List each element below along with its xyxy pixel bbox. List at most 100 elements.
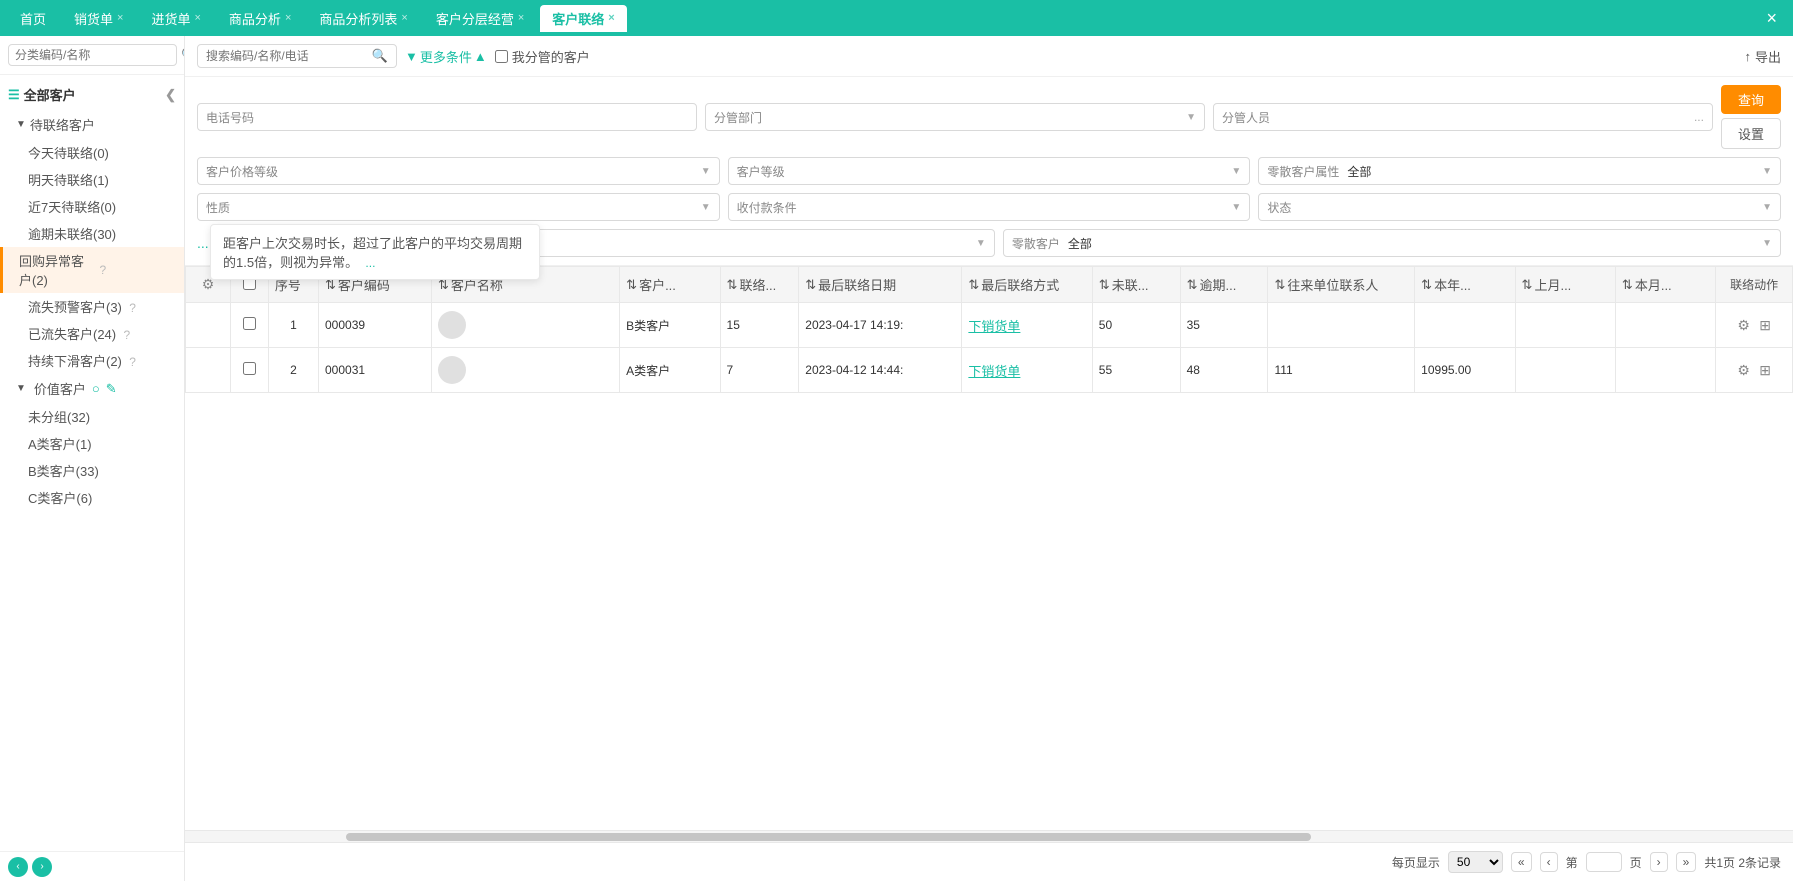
dept-field[interactable]: 分管部门 ▼ [705, 103, 1205, 131]
col-lastmethod-header[interactable]: ⇅ 最后联络方式 [962, 267, 1092, 303]
my-customer-checkbox[interactable] [495, 50, 508, 63]
search-icon[interactable]: 🔍 [372, 48, 388, 64]
row1-action-icon2[interactable]: ⊞ [1759, 317, 1771, 333]
sidebar-item-ungroup[interactable]: 未分组(32) [0, 403, 184, 430]
sidebar-item-class-c[interactable]: C类客户(6) [0, 484, 184, 511]
help-icon-4[interactable]: ? [129, 355, 136, 369]
payment-field[interactable]: 收付款条件 ▼ [728, 193, 1251, 221]
page-size-select[interactable]: 50 20 100 [1448, 851, 1503, 873]
customer-level-field[interactable]: 客户等级 ▼ [728, 157, 1251, 185]
col-year-header[interactable]: ⇅ 本年... [1415, 267, 1515, 303]
filter-dots-btn[interactable]: ... [197, 235, 209, 251]
row2-contact-count: 7 [720, 348, 799, 393]
col-type-header[interactable]: ⇅ 客户... [620, 267, 720, 303]
fold-sidebar-btn[interactable]: ❮ [165, 87, 176, 103]
close-customer-contact-tab[interactable]: × [608, 12, 614, 24]
row1-checkbox[interactable] [243, 317, 256, 330]
col-contact-header[interactable]: ⇅ 联络... [720, 267, 799, 303]
row2-action[interactable]: ⚙ ⊞ [1716, 348, 1793, 393]
zero-customer-down-icon: ▼ [1762, 238, 1772, 249]
pending-section-header[interactable]: ▼ 待联络客户 [0, 110, 184, 139]
person-field[interactable]: 分管人员 ... [1213, 103, 1713, 131]
status-field[interactable]: 状态 ▼ [1258, 193, 1781, 221]
nav-tab-customer-contact[interactable]: 客户联络 × [540, 5, 626, 32]
value-section-header[interactable]: ▼ 价值客户 ○ ✎ [0, 374, 184, 403]
query-button[interactable]: 查询 [1721, 85, 1781, 114]
sidebar-item-class-a[interactable]: A类客户(1) [0, 430, 184, 457]
row2-last-date: 2023-04-12 14:44: [799, 348, 962, 393]
page-number-input[interactable]: 1 [1586, 852, 1622, 872]
horizontal-scrollbar[interactable] [185, 830, 1793, 842]
col-lastdate-header[interactable]: ⇅ 最后联络日期 [799, 267, 962, 303]
sidebar-item-tomorrow[interactable]: 明天待联络(1) [0, 166, 184, 193]
nav-tab-customer-tier[interactable]: 客户分层经营 × [424, 5, 536, 32]
row2-action-icon1[interactable]: ⚙ [1737, 362, 1750, 378]
scrollbar-thumb[interactable] [346, 833, 1311, 841]
sidebar-item-class-b[interactable]: B类客户(33) [0, 457, 184, 484]
nav-tab-purchase[interactable]: 进货单 × [139, 5, 212, 32]
gender-field[interactable]: 性质 ▼ [197, 193, 720, 221]
zero-retail-field[interactable]: 零散客户属性 全部 ▼ [1258, 157, 1781, 185]
nav-tab-product-list[interactable]: 商品分析列表 × [307, 5, 419, 32]
person-dots[interactable]: ... [1694, 110, 1704, 124]
value-edit-icon[interactable]: ○ [92, 381, 100, 396]
col-contact-person-header[interactable]: ⇅ 往来单位联系人 [1268, 267, 1415, 303]
col-thismonth-header[interactable]: ⇅ 本月... [1615, 267, 1715, 303]
close-sales-tab[interactable]: × [117, 12, 123, 24]
sidebar-item-today[interactable]: 今天待联络(0) [0, 139, 184, 166]
row1-last-method[interactable]: 下销货单 [962, 303, 1092, 348]
nav-tab-product-analysis[interactable]: 商品分析 × [217, 5, 303, 32]
next-page-btn[interactable]: › [1650, 852, 1668, 872]
row1-action[interactable]: ⚙ ⊞ [1716, 303, 1793, 348]
close-purchase-tab[interactable]: × [194, 12, 200, 24]
more-conditions-btn[interactable]: ▼ 更多条件 ▲ [405, 47, 487, 66]
row2-last-method[interactable]: 下销货单 [962, 348, 1092, 393]
price-level-field[interactable]: 客户价格等级 ▼ [197, 157, 720, 185]
row2-overdue: 48 [1180, 348, 1268, 393]
pagination-bar: 每页显示 50 20 100 « ‹ 第 1 页 › » 共1页 2条记录 [185, 842, 1793, 881]
col-uncontacted-header[interactable]: ⇅ 未联... [1092, 267, 1180, 303]
filter-bar: 🔍 ▼ 更多条件 ▲ 我分管的客户 ↑ 导出 [185, 36, 1793, 77]
my-customer-checkbox-area[interactable]: 我分管的客户 [495, 47, 590, 66]
sidebar-item-declining[interactable]: 持续下滑客户(2) ? [0, 347, 184, 374]
settings-button[interactable]: 设置 [1721, 118, 1781, 149]
prev-page-btn[interactable]: ‹ [1540, 852, 1558, 872]
customer-search-input[interactable] [206, 49, 368, 63]
nav-home[interactable]: 首页 [8, 5, 58, 32]
col-overdue-header[interactable]: ⇅ 逾期... [1180, 267, 1268, 303]
sidebar-item-overdue[interactable]: 逾期未联络(30) [0, 220, 184, 247]
sidebar-item-7days[interactable]: 近7天待联络(0) [0, 193, 184, 220]
status-down-icon: ▼ [1762, 202, 1772, 213]
close-product-analysis-tab[interactable]: × [285, 12, 291, 24]
close-customer-tier-tab[interactable]: × [518, 12, 524, 24]
row1-settings[interactable] [186, 303, 231, 348]
sidebar-item-churned[interactable]: 已流失客户(24) ? [0, 320, 184, 347]
category-search-input[interactable] [8, 44, 177, 66]
window-close-button[interactable]: × [1758, 8, 1785, 29]
row1-last-date: 2023-04-17 14:19: [799, 303, 962, 348]
sidebar-item-churn-warning[interactable]: 流失预警客户(3) ? [0, 293, 184, 320]
row2-check[interactable] [231, 348, 269, 393]
row2-action-icon2[interactable]: ⊞ [1759, 362, 1771, 378]
sidebar-next-btn[interactable]: › [32, 857, 52, 877]
help-icon-3[interactable]: ? [123, 328, 130, 342]
phone-field[interactable]: 电话号码 [197, 103, 697, 131]
nav-tab-sales[interactable]: 销货单 × [62, 5, 135, 32]
last-page-btn[interactable]: » [1676, 852, 1697, 872]
row1-action-icon1[interactable]: ⚙ [1737, 317, 1750, 333]
value-add-icon[interactable]: ✎ [106, 381, 117, 397]
export-button[interactable]: ↑ 导出 [1744, 47, 1781, 66]
sidebar-prev-btn[interactable]: ‹ [8, 857, 28, 877]
close-product-list-tab[interactable]: × [401, 12, 407, 24]
zero-customer-field[interactable]: 零散客户 全部 ▼ [1003, 229, 1781, 257]
first-page-btn[interactable]: « [1511, 852, 1532, 872]
row1-check[interactable] [231, 303, 269, 348]
help-icon-2[interactable]: ? [129, 301, 136, 315]
sidebar-item-repeat-buy[interactable]: 回购异常客户(2) ? [0, 247, 184, 293]
customer-table: ⚙ 序号 ⇅ 客户编码 ⇅ 客户名称 [185, 266, 1793, 393]
row2-settings[interactable] [186, 348, 231, 393]
filter-actions: 查询 设置 [1721, 85, 1781, 149]
col-lastmonth-header[interactable]: ⇅ 上月... [1515, 267, 1615, 303]
row2-checkbox[interactable] [243, 362, 256, 375]
help-icon[interactable]: ? [100, 263, 177, 277]
